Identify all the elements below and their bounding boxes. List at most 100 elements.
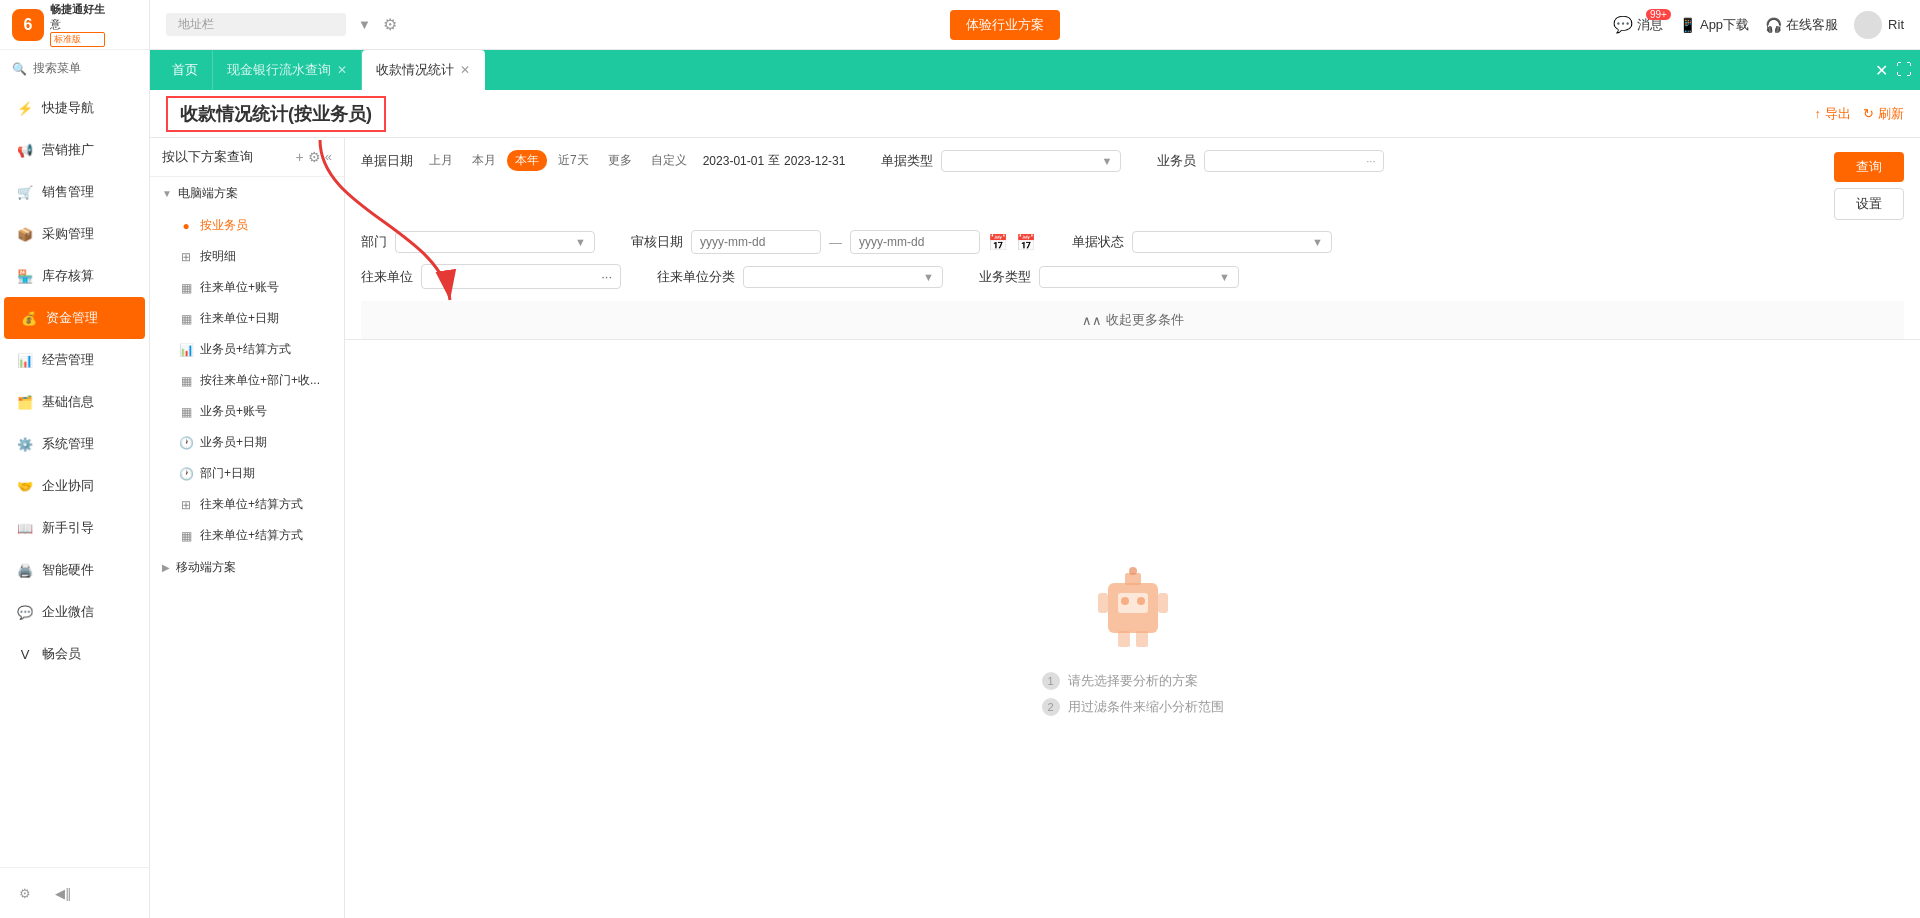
sidebar-item-basic[interactable]: 🗂️ 基础信息 (0, 381, 149, 423)
scheme-item-partner-settle-1[interactable]: ⊞ 往来单位+结算方式 (150, 489, 344, 520)
user-area[interactable]: Rit (1854, 11, 1904, 39)
scheme-item-partner-account[interactable]: ▦ 往来单位+账号 (150, 272, 344, 303)
review-date-to[interactable] (850, 230, 980, 254)
filter-row-1: 单据日期 上月 本月 本年 近7天 更多 自定义 2023-01-01 至 (361, 150, 1904, 220)
filter-action-buttons: 查询 设置 (1834, 150, 1904, 220)
filter-reviewdate-group: 审核日期 — 📅 📅 (631, 230, 1036, 254)
export-btn[interactable]: ↑ 导出 (1815, 105, 1852, 123)
salesman-label: 业务员 (1157, 152, 1196, 170)
sidebar-item-marketing[interactable]: 📢 营销推广 (0, 129, 149, 171)
scheme-group-desktop-title[interactable]: ▼ 电脑端方案 (150, 177, 344, 210)
empty-illustration (1083, 543, 1183, 656)
scheme-item-salesman-settle[interactable]: 📊 业务员+结算方式 (150, 334, 344, 365)
tab-receipt-stats[interactable]: 收款情况统计 ✕ (362, 50, 485, 90)
date-tab-custom[interactable]: 自定义 (643, 150, 695, 171)
messages-btn[interactable]: 💬 消息 99+ (1613, 15, 1663, 34)
sidebar-item-quicknav[interactable]: ⚡ 快捷导航 (0, 87, 149, 129)
tab-close-receipt-stats[interactable]: ✕ (460, 63, 470, 77)
logo-text: 畅捷通好生 意 标准版 (50, 2, 105, 47)
review-date-from[interactable] (691, 230, 821, 254)
date-tab-thisyear[interactable]: 本年 (507, 150, 547, 171)
tab-close-all-btn[interactable]: ✕ (1875, 61, 1888, 80)
warehouse-icon: 🏪 (16, 267, 34, 285)
scheme-group-mobile-title[interactable]: ▶ 移动端方案 (150, 551, 344, 584)
group-arrow-icon: ▼ (162, 188, 172, 199)
scheme-add-btn[interactable]: + (296, 149, 304, 165)
filter-docstatus-group: 单据状态 ▼ (1072, 231, 1332, 253)
filter-settings-btn[interactable]: 设置 (1834, 188, 1904, 220)
scheme-item-salesman-account[interactable]: ▦ 业务员+账号 (150, 396, 344, 427)
scheme-item-partner-settle-2[interactable]: ▦ 往来单位+结算方式 (150, 520, 344, 551)
address-dropdown[interactable]: ▼ (358, 17, 371, 32)
sidebar-item-guide[interactable]: 📖 新手引导 (0, 507, 149, 549)
app-download-btn[interactable]: 📱 App下载 (1679, 16, 1749, 34)
tab-bank-flow[interactable]: 现金银行流水查询 ✕ (213, 50, 362, 90)
sidebar-item-hardware[interactable]: 🖨️ 智能硬件 (0, 549, 149, 591)
date-tab-lastmonth[interactable]: 上月 (421, 150, 461, 171)
date-range-display: 2023-01-01 至 2023-12-31 (703, 152, 846, 169)
dept-select[interactable]: ▼ (395, 231, 595, 253)
doctype-label: 单据类型 (881, 152, 933, 170)
tab-close-bank-flow[interactable]: ✕ (337, 63, 347, 77)
biztype-select[interactable]: ▼ (1039, 266, 1239, 288)
sidebar-nav: ⚡ 快捷导航 📢 营销推广 🛒 销售管理 📦 采购管理 🏪 库存核算 💰 资金管… (0, 87, 149, 867)
scheme-item-dept-date[interactable]: 🕐 部门+日期 (150, 458, 344, 489)
sidebar-item-collab[interactable]: 🤝 企业协同 (0, 465, 149, 507)
scheme-collapse-btn[interactable]: « (325, 149, 332, 165)
sidebar-item-finance[interactable]: 💰 资金管理 (4, 297, 145, 339)
date-tab-more[interactable]: 更多 (600, 150, 640, 171)
refresh-btn[interactable]: ↻ 刷新 (1863, 105, 1904, 123)
svg-point-3 (1137, 597, 1145, 605)
collapse-more-btn[interactable]: ∧∧ 收起更多条件 (361, 301, 1904, 339)
filter-doctype-group: 单据类型 ▼ (881, 150, 1121, 172)
filter-date-group: 单据日期 上月 本月 本年 近7天 更多 自定义 2023-01-01 至 (361, 150, 845, 171)
scheme-item-partner-dept[interactable]: ▦ 按往来单位+部门+收... (150, 365, 344, 396)
doctype-select[interactable]: ▼ (941, 150, 1121, 172)
sidebar-item-wechat[interactable]: 💬 企业微信 (0, 591, 149, 633)
home-icon: ⚡ (16, 99, 34, 117)
sidebar-item-sales[interactable]: 🛒 销售管理 (0, 171, 149, 213)
sidebar-collapse-btn[interactable]: ◀‖ (48, 878, 78, 908)
tip-num-2: 2 (1042, 698, 1060, 716)
date-separator: 至 (768, 152, 780, 169)
svg-point-2 (1121, 597, 1129, 605)
empty-tip-2: 2 用过滤条件来缩小分析范围 (1042, 698, 1224, 716)
scheme-header-icons: + ⚙ « (296, 149, 332, 165)
filter-partner-group: 往来单位 ··· (361, 264, 621, 289)
svg-rect-7 (1158, 593, 1168, 613)
salesman-select[interactable]: ··· (1204, 150, 1384, 172)
sidebar-item-purchase[interactable]: 📦 采购管理 (0, 213, 149, 255)
scheme-item-detail[interactable]: ⊞ 按明细 (150, 241, 344, 272)
svg-point-5 (1129, 567, 1137, 575)
address-bar[interactable]: 地址栏 (166, 13, 346, 36)
date-tab-thismonth[interactable]: 本月 (464, 150, 504, 171)
partner-more-btn[interactable]: ··· (601, 269, 612, 284)
scheme-item-salesman[interactable]: ● 按业务员 (150, 210, 344, 241)
partner-category-label: 往来单位分类 (657, 268, 735, 286)
topbar: 地址栏 ▼ ⚙ 体验行业方案 💬 消息 99+ 📱 App下载 🎧 在线客服 (150, 0, 1920, 50)
partner-select[interactable]: ··· (421, 264, 621, 289)
tab-home[interactable]: 首页 (158, 50, 213, 90)
scheme-settings-btn[interactable]: ⚙ (308, 149, 321, 165)
sidebar-item-member[interactable]: V 畅会员 (0, 633, 149, 675)
calendar-from-icon[interactable]: 📅 (988, 233, 1008, 252)
scheme-item-salesman-date[interactable]: 🕐 业务员+日期 (150, 427, 344, 458)
sidebar-item-inventory[interactable]: 🏪 库存核算 (0, 255, 149, 297)
sidebar-settings-btn[interactable]: ⚙ (10, 878, 40, 908)
calendar-to-icon[interactable]: 📅 (1016, 233, 1036, 252)
query-btn[interactable]: 查询 (1834, 152, 1904, 182)
scheme-item-partner-date[interactable]: ▦ 往来单位+日期 (150, 303, 344, 334)
tab-fullscreen-btn[interactable]: ⛶ (1896, 61, 1912, 80)
sidebar-item-system[interactable]: ⚙️ 系统管理 (0, 423, 149, 465)
wallet-icon: 💰 (20, 309, 38, 327)
online-service-btn[interactable]: 🎧 在线客服 (1765, 16, 1838, 34)
orange-circle-icon: ● (178, 218, 194, 234)
search-menu-item[interactable]: 🔍 搜索菜单 (0, 50, 149, 87)
topbar-settings-icon[interactable]: ⚙ (383, 15, 397, 34)
date-tab-7days[interactable]: 近7天 (550, 150, 597, 171)
docstatus-select[interactable]: ▼ (1132, 231, 1332, 253)
partner-category-select[interactable]: ▼ (743, 266, 943, 288)
trial-btn[interactable]: 体验行业方案 (950, 10, 1060, 40)
sidebar-item-management[interactable]: 📊 经营管理 (0, 339, 149, 381)
table-icon-5: ▦ (178, 528, 194, 544)
